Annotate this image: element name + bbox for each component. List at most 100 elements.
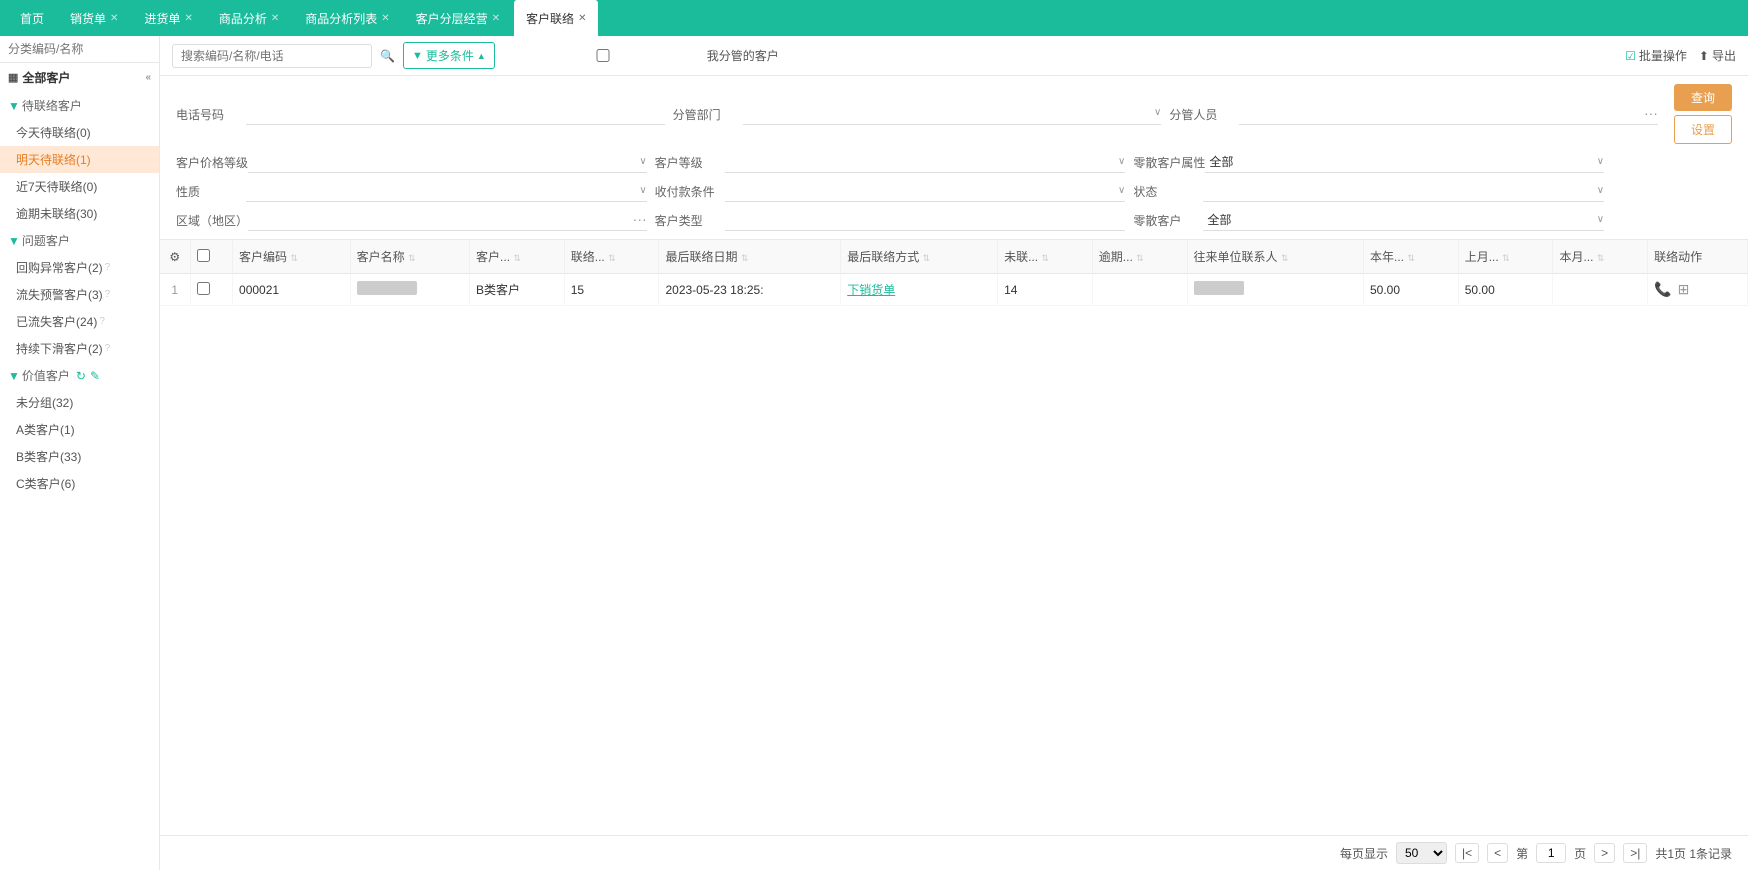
payment-input[interactable] xyxy=(725,181,1118,199)
action-qr-icon[interactable]: ⊞ xyxy=(1678,281,1690,298)
last-page-btn[interactable]: >| xyxy=(1623,843,1647,863)
query-button[interactable]: 查询 xyxy=(1674,84,1732,111)
sidebar-item-today[interactable]: 今天待联络(0) xyxy=(0,119,159,146)
col-unit-contact[interactable]: 往来单位联系人 ⇅ xyxy=(1187,240,1364,274)
payment-dropdown-icon[interactable]: ∨ xyxy=(1118,185,1125,196)
prev-page-btn[interactable]: < xyxy=(1487,843,1508,863)
retail-attr-dropdown-icon[interactable]: ∨ xyxy=(1597,156,1604,167)
more-conditions-btn[interactable]: ▼ 更多条件 ▲ xyxy=(403,42,495,69)
sidebar-item-7days[interactable]: 近7天待联络(0) xyxy=(0,173,159,200)
sidebar-collapse-icon[interactable]: « xyxy=(145,72,151,83)
sidebar-item-churn-warning[interactable]: 流失预警客户(3) ? xyxy=(0,281,159,308)
sidebar-item-unclassified[interactable]: 未分组(32) xyxy=(0,389,159,416)
sort-last-month-icon[interactable]: ⇅ xyxy=(1502,253,1510,263)
sort-overdue-icon[interactable]: ⇅ xyxy=(1136,253,1144,263)
col-last-contact-date[interactable]: 最后联络日期 ⇅ xyxy=(659,240,841,274)
dept-dropdown-icon[interactable]: ∨ xyxy=(1154,107,1161,118)
nav-home[interactable]: 首页 xyxy=(8,0,56,36)
first-page-btn[interactable]: |< xyxy=(1455,843,1479,863)
retail-customer-dropdown-icon[interactable]: ∨ xyxy=(1597,214,1604,225)
sort-unit-icon[interactable]: ⇅ xyxy=(1281,253,1289,263)
price-level-dropdown-icon[interactable]: ∨ xyxy=(639,156,646,167)
person-input[interactable] xyxy=(1239,104,1644,122)
col-code[interactable]: 客户编码 ⇅ xyxy=(233,240,351,274)
next-page-btn[interactable]: > xyxy=(1594,843,1615,863)
action-phone-icon[interactable]: 📞 xyxy=(1654,281,1671,298)
search-icon[interactable]: 🔍 xyxy=(380,49,395,63)
sort-uncontacted-icon[interactable]: ⇅ xyxy=(1041,253,1049,263)
sort-name-icon[interactable]: ⇅ xyxy=(408,253,416,263)
col-settings[interactable]: ⚙ xyxy=(160,240,190,274)
col-contact[interactable]: 联络... ⇅ xyxy=(564,240,659,274)
status-input[interactable] xyxy=(1203,181,1596,199)
nav-product-analysis-close[interactable]: ✕ xyxy=(271,13,279,24)
customer-level-input[interactable] xyxy=(725,152,1118,170)
col-last-contact-method[interactable]: 最后联络方式 ⇅ xyxy=(841,240,998,274)
area-dots-icon[interactable]: ··· xyxy=(633,211,647,227)
retail-attr-input[interactable] xyxy=(1205,152,1596,170)
dept-input[interactable] xyxy=(743,104,1154,122)
reset-button[interactable]: 设置 xyxy=(1674,115,1732,144)
nav-sales-close[interactable]: ✕ xyxy=(110,13,118,24)
search-input[interactable] xyxy=(172,44,372,68)
col-overdue[interactable]: 逾期... ⇅ xyxy=(1092,240,1187,274)
nav-purchase-close[interactable]: ✕ xyxy=(184,13,192,24)
nav-sales[interactable]: 销货单 ✕ xyxy=(58,0,130,36)
sidebar-item-tomorrow[interactable]: 明天待联络(1) xyxy=(0,146,159,173)
area-input[interactable] xyxy=(248,210,633,228)
nav-customer-contact[interactable]: 客户联络 ✕ xyxy=(514,0,598,36)
nav-purchase[interactable]: 进货单 ✕ xyxy=(132,0,204,36)
gender-dropdown-icon[interactable]: ∨ xyxy=(639,185,646,196)
gender-input[interactable] xyxy=(246,181,639,199)
price-level-input[interactable] xyxy=(248,152,639,170)
cell-checkbox[interactable] xyxy=(190,274,233,306)
row-checkbox[interactable] xyxy=(197,282,210,295)
batch-operation-btn[interactable]: ☑ 批量操作 xyxy=(1625,47,1687,64)
nav-customer-tier-close[interactable]: ✕ xyxy=(492,13,500,24)
value-refresh-icon[interactable]: ↻ xyxy=(76,369,86,383)
page-input[interactable] xyxy=(1536,843,1566,863)
value-edit-icon[interactable]: ✎ xyxy=(90,369,100,383)
retail-customer-input[interactable] xyxy=(1203,210,1596,228)
nav-customer-contact-close[interactable]: ✕ xyxy=(578,13,586,24)
sidebar-item-churned[interactable]: 已流失客户(24) ? xyxy=(0,308,159,335)
sort-date-icon[interactable]: ⇅ xyxy=(741,253,749,263)
col-checkbox[interactable] xyxy=(190,240,233,274)
sort-year-icon[interactable]: ⇅ xyxy=(1407,253,1415,263)
customer-type-input[interactable] xyxy=(725,210,1126,228)
page-size-select[interactable]: 50 100 200 xyxy=(1396,842,1447,864)
my-customers-checkbox[interactable] xyxy=(503,49,703,62)
export-btn[interactable]: ⬆ 导出 xyxy=(1699,47,1736,64)
nav-product-analysis[interactable]: 商品分析 ✕ xyxy=(207,0,291,36)
sidebar-item-class-c[interactable]: C类客户(6) xyxy=(0,470,159,497)
sort-type-icon[interactable]: ⇅ xyxy=(513,253,521,263)
contact-method-link[interactable]: 下销货单 xyxy=(847,283,895,297)
col-this-year[interactable]: 本年... ⇅ xyxy=(1364,240,1459,274)
col-uncontacted[interactable]: 未联... ⇅ xyxy=(998,240,1093,274)
nav-customer-tier[interactable]: 客户分层经营 ✕ xyxy=(404,0,512,36)
phone-input[interactable] xyxy=(246,104,665,122)
select-all-checkbox[interactable] xyxy=(197,249,210,262)
col-this-month[interactable]: 本月... ⇅ xyxy=(1553,240,1648,274)
sidebar-item-class-a[interactable]: A类客户(1) xyxy=(0,416,159,443)
nav-product-analysis-list[interactable]: 商品分析列表 ✕ xyxy=(293,0,401,36)
sidebar-item-class-b[interactable]: B类客户(33) xyxy=(0,443,159,470)
col-name[interactable]: 客户名称 ⇅ xyxy=(350,240,469,274)
sort-method-icon[interactable]: ⇅ xyxy=(923,253,931,263)
cell-last-contact-method[interactable]: 下销货单 xyxy=(841,274,998,306)
customer-level-dropdown-icon[interactable]: ∨ xyxy=(1118,156,1125,167)
person-dots-icon[interactable]: ··· xyxy=(1644,105,1658,121)
sidebar-search-input[interactable] xyxy=(8,42,160,56)
col-action[interactable]: 联络动作 xyxy=(1648,240,1748,274)
sidebar-item-declining[interactable]: 持续下滑客户(2) ? xyxy=(0,335,159,362)
col-type[interactable]: 客户... ⇅ xyxy=(470,240,565,274)
status-dropdown-icon[interactable]: ∨ xyxy=(1597,185,1604,196)
sort-contact-icon[interactable]: ⇅ xyxy=(608,253,616,263)
nav-product-analysis-list-close[interactable]: ✕ xyxy=(381,13,389,24)
col-last-month[interactable]: 上月... ⇅ xyxy=(1458,240,1553,274)
sort-code-icon[interactable]: ⇅ xyxy=(290,253,298,263)
sidebar-item-overdue[interactable]: 逾期未联络(30) xyxy=(0,200,159,227)
sidebar-all-customers[interactable]: ▦ 全部客户 « xyxy=(0,63,159,92)
sidebar-item-abnormal[interactable]: 回购异常客户(2) ? xyxy=(0,254,159,281)
sort-this-month-icon[interactable]: ⇅ xyxy=(1597,253,1605,263)
